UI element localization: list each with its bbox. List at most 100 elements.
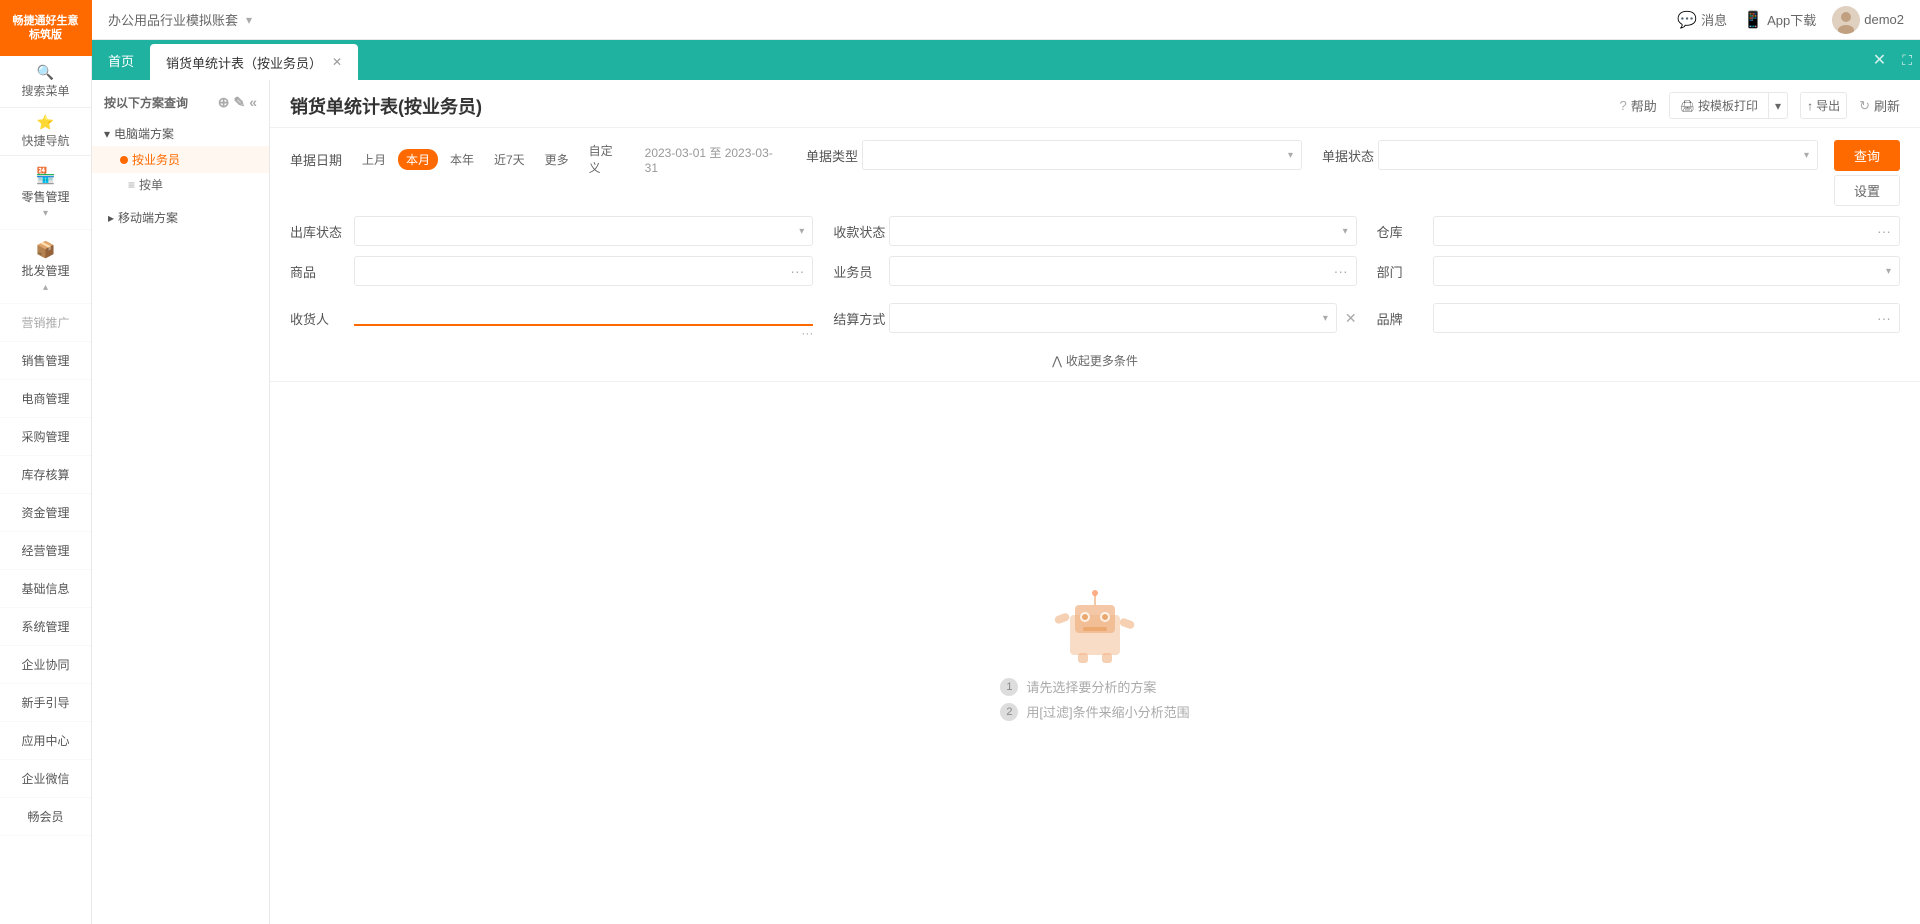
sidebar-item-finance[interactable]: 资金管理 bbox=[0, 494, 91, 532]
left-panel: 按以下方案查询 ⊕ ✎ « ▾ 电脑端方案 按业务员 ≡ 按单 bbox=[92, 80, 270, 924]
page-header: 销货单统计表(按业务员) ? 帮助 🖨 按模板打印 ▾ bbox=[270, 80, 1920, 128]
sidebar-item-wholesale[interactable]: 📦 批发管理 ▴ bbox=[0, 230, 91, 304]
query-btn[interactable]: 查询 bbox=[1834, 140, 1900, 171]
doc-type-chevron: ▾ bbox=[1288, 150, 1293, 161]
warehouse-label: 仓库 bbox=[1377, 222, 1433, 241]
sidebar-item-wechat[interactable]: 企业微信 bbox=[0, 760, 91, 798]
sidebar-search[interactable]: 🔍 搜索菜单 bbox=[0, 56, 91, 108]
brand-select[interactable]: ··· bbox=[1433, 303, 1900, 333]
out-status-label: 出库状态 bbox=[290, 222, 354, 241]
pc-scheme-chevron: ▾ bbox=[104, 127, 110, 141]
page-title: 销货单统计表(按业务员) bbox=[290, 93, 482, 119]
edit-scheme-btn[interactable]: ✎ bbox=[233, 94, 245, 111]
content-area: 按以下方案查询 ⊕ ✎ « ▾ 电脑端方案 按业务员 ≡ 按单 bbox=[92, 80, 1920, 924]
add-scheme-btn[interactable]: ⊕ bbox=[218, 94, 230, 111]
app-download-btn[interactable]: 📱 App下载 bbox=[1743, 10, 1816, 30]
out-status-select[interactable]: ▾ bbox=[354, 216, 813, 246]
settlement-label: 结算方式 bbox=[833, 309, 889, 328]
print-icon: 🖨 bbox=[1680, 99, 1695, 113]
consignee-input[interactable] bbox=[354, 296, 813, 326]
user-btn[interactable]: demo2 bbox=[1832, 6, 1904, 34]
sidebar-item-appcenter[interactable]: 应用中心 bbox=[0, 722, 91, 760]
pay-status-label: 收款状态 bbox=[833, 222, 889, 241]
doc-status-label: 单据状态 bbox=[1322, 146, 1378, 165]
active-dot bbox=[120, 156, 128, 164]
left-panel-title: 按以下方案查询 ⊕ ✎ « bbox=[92, 88, 269, 117]
sidebar-item-system[interactable]: 系统管理 bbox=[0, 608, 91, 646]
tab-close-window-icon[interactable]: ✕ bbox=[1873, 50, 1886, 70]
settlement-chevron: ▾ bbox=[1323, 313, 1328, 324]
print-btn[interactable]: 🖨 按模板打印 bbox=[1670, 93, 1769, 118]
sidebar-item-purchase[interactable]: 采购管理 bbox=[0, 418, 91, 456]
sidebar-item-cooperation[interactable]: 企业协同 bbox=[0, 646, 91, 684]
right-panel: 销货单统计表(按业务员) ? 帮助 🖨 按模板打印 ▾ bbox=[270, 80, 1920, 924]
message-icon: 💬 bbox=[1677, 10, 1697, 30]
query-buttons: 查询 设置 bbox=[1834, 140, 1900, 206]
refresh-icon: ↻ bbox=[1859, 98, 1870, 114]
pay-status-select[interactable]: ▾ bbox=[889, 216, 1356, 246]
product-select[interactable]: ··· bbox=[354, 256, 813, 286]
sidebar-item-sales[interactable]: 销售管理 bbox=[0, 342, 91, 380]
scheme-by-order[interactable]: ≡ 按单 bbox=[92, 173, 269, 196]
dept-select[interactable]: ▾ bbox=[1433, 256, 1900, 286]
salesperson-select[interactable]: ··· bbox=[889, 256, 1356, 286]
doc-type-select[interactable]: ▾ bbox=[862, 140, 1302, 170]
sidebar-item-operations[interactable]: 经营管理 bbox=[0, 532, 91, 570]
warehouse-select[interactable]: ··· bbox=[1433, 216, 1900, 246]
product-label: 商品 bbox=[290, 262, 354, 281]
setting-btn[interactable]: 设置 bbox=[1834, 175, 1900, 206]
sidebar-item-basic[interactable]: 基础信息 bbox=[0, 570, 91, 608]
date-pill-thismonth[interactable]: 本月 bbox=[398, 149, 438, 170]
mobile-scheme-group: ▸ 移动端方案 bbox=[92, 200, 269, 235]
app-logo[interactable]: 畅捷通好生意 标筑版 bbox=[0, 0, 92, 56]
sidebar-item-inventory[interactable]: 库存核算 bbox=[0, 456, 91, 494]
brand-dots: ··· bbox=[1877, 310, 1891, 326]
header-actions: ? 帮助 🖨 按模板打印 ▾ ↑ 导出 bbox=[1620, 92, 1900, 119]
topbar-dropdown-icon[interactable]: ▾ bbox=[246, 13, 252, 27]
print-dropdown-btn[interactable]: ▾ bbox=[1769, 95, 1787, 117]
help-btn[interactable]: ? 帮助 bbox=[1620, 96, 1657, 115]
settlement-clear-btn[interactable]: ✕ bbox=[1345, 311, 1357, 325]
collapse-panel-btn[interactable]: « bbox=[249, 94, 257, 111]
doc-type-label: 单据类型 bbox=[806, 146, 862, 165]
export-icon: ↑ bbox=[1807, 99, 1813, 113]
product-dots: ··· bbox=[790, 263, 804, 279]
tab-fullscreen-icon[interactable]: ⛶ bbox=[1902, 52, 1912, 69]
consignee-dots[interactable]: ··· bbox=[801, 326, 813, 340]
topbar-title: 办公用品行业模拟账套 bbox=[108, 10, 238, 29]
empty-step-1: 1 请先选择要分析的方案 bbox=[1000, 677, 1189, 696]
tab-close-btn[interactable]: ✕ bbox=[332, 55, 342, 69]
date-pill-lastmonth[interactable]: 上月 bbox=[354, 149, 394, 170]
sidebar-item-marketing[interactable]: 营销推广 bbox=[0, 304, 91, 342]
print-export-group: 🖨 按模板打印 ▾ bbox=[1669, 92, 1788, 119]
topbar: 办公用品行业模拟账套 ▾ 💬 消息 📱 App下载 demo2 bbox=[92, 0, 1920, 40]
tab-sales-stats[interactable]: 销货单统计表（按业务员） ✕ bbox=[150, 44, 358, 80]
doc-status-chevron: ▾ bbox=[1804, 150, 1809, 161]
refresh-btn[interactable]: ↻ 刷新 bbox=[1859, 96, 1900, 115]
salesperson-label: 业务员 bbox=[833, 262, 889, 281]
date-pill-7days[interactable]: 近7天 bbox=[486, 149, 533, 170]
pc-scheme-title[interactable]: ▾ 电脑端方案 bbox=[92, 121, 269, 146]
date-pill-thisyear[interactable]: 本年 bbox=[442, 149, 482, 170]
sidebar-item-member[interactable]: 畅会员 bbox=[0, 798, 91, 836]
consignee-label: 收货人 bbox=[290, 309, 354, 328]
message-btn[interactable]: 💬 消息 bbox=[1677, 10, 1727, 30]
sidebar-quicknav[interactable]: ⭐ 快捷导航 bbox=[0, 108, 91, 156]
sidebar-item-guide[interactable]: 新手引导 bbox=[0, 684, 91, 722]
mobile-scheme-title[interactable]: ▸ 移动端方案 bbox=[92, 204, 269, 231]
empty-steps: 1 请先选择要分析的方案 2 用[过滤]条件来缩小分析范围 bbox=[1000, 677, 1189, 721]
tab-home[interactable]: 首页 bbox=[92, 40, 150, 80]
date-pill-more[interactable]: 更多 bbox=[537, 149, 577, 170]
doc-status-select[interactable]: ▾ bbox=[1378, 140, 1818, 170]
export-btn[interactable]: ↑ 导出 bbox=[1801, 93, 1846, 118]
warehouse-dots: ··· bbox=[1877, 223, 1891, 239]
collapse-btn[interactable]: ⋀ 收起更多条件 bbox=[1052, 352, 1138, 369]
sidebar-item-retail[interactable]: 🏪 零售管理 ▾ bbox=[0, 156, 91, 230]
sidebar-item-ecommerce[interactable]: 电商管理 bbox=[0, 380, 91, 418]
settlement-select[interactable]: ▾ bbox=[889, 303, 1337, 333]
date-pill-custom[interactable]: 自定义 bbox=[581, 140, 633, 178]
avatar bbox=[1832, 6, 1860, 34]
scheme-by-salesperson[interactable]: 按业务员 bbox=[92, 146, 269, 173]
brand-label: 品牌 bbox=[1377, 309, 1433, 328]
date-pills: 上月 本月 本年 近7天 更多 自定义 2023-03-01 至 2023-03… bbox=[354, 140, 786, 178]
